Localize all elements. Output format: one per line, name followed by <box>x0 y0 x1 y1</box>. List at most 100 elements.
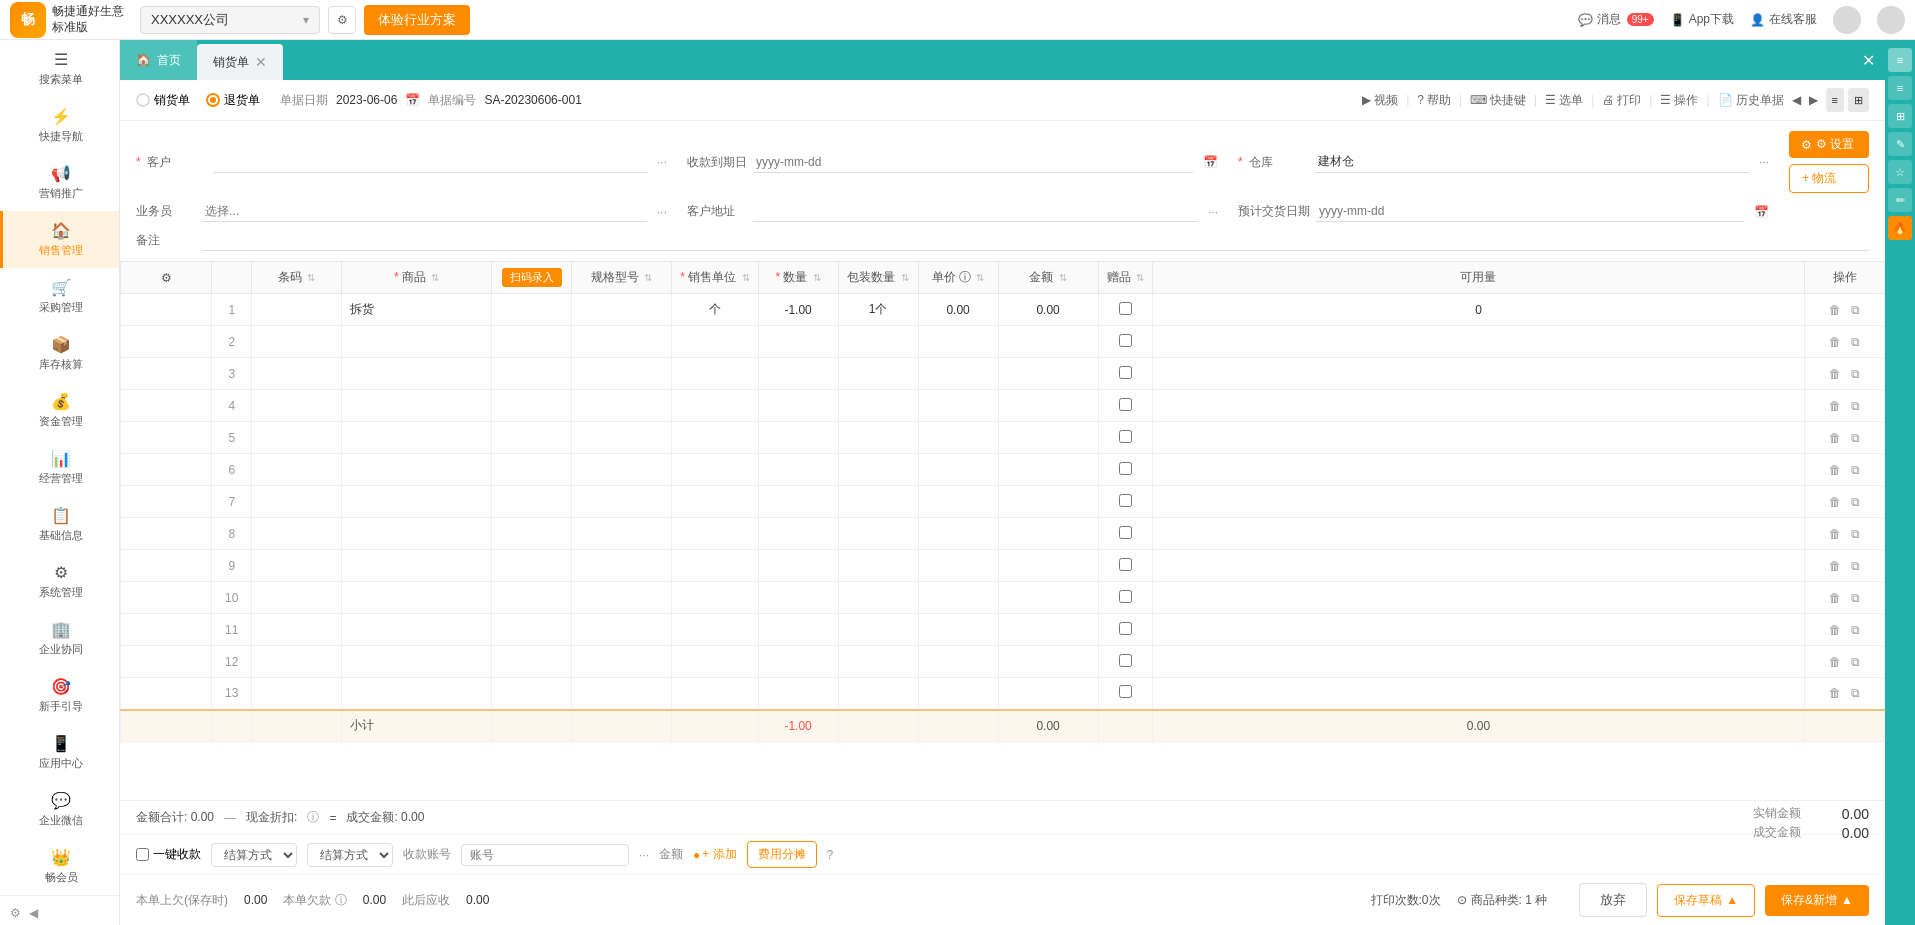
spec-input-10[interactable] <box>580 623 663 637</box>
barcode-input-3[interactable] <box>260 399 333 413</box>
tab-close-icon[interactable]: ✕ <box>255 54 267 70</box>
warehouse-dots-icon[interactable]: ··· <box>1759 155 1769 169</box>
next-record-icon[interactable]: ▶ <box>1809 93 1818 107</box>
table-settings-col[interactable]: ⚙ <box>121 262 212 294</box>
trial-button[interactable]: 体验行业方案 <box>364 5 470 35</box>
expense-split-button[interactable]: 费用分摊 <box>747 841 817 868</box>
copy-icon[interactable]: ⧉ <box>1851 335 1860 349</box>
help-link[interactable]: ? 帮助 <box>1417 92 1451 109</box>
settings-gear-icon[interactable]: ⚙ <box>328 6 356 34</box>
copy-icon[interactable]: ⧉ <box>1851 623 1860 637</box>
gift-checkbox-7[interactable] <box>1119 526 1132 539</box>
delete-icon[interactable]: 🗑 <box>1829 527 1841 541</box>
payment-method-select[interactable]: 结算方式 <box>211 843 297 867</box>
due-date-input[interactable] <box>753 152 1193 173</box>
rs-item-1[interactable]: ≡ <box>1888 48 1912 72</box>
address-dots-icon[interactable]: ··· <box>1208 205 1218 219</box>
sidebar-item-marketing[interactable]: 📢 营销推广 <box>0 154 119 211</box>
view-list-btn[interactable]: ≡ <box>1826 88 1844 112</box>
add-payment-button[interactable]: ● + 添加 <box>693 846 737 863</box>
save-new-button[interactable]: 保存&新增 ▲ <box>1765 885 1869 916</box>
shortcut-link[interactable]: ⌨ 快捷键 <box>1470 92 1526 109</box>
sidebar-item-capital[interactable]: 💰 资金管理 <box>0 382 119 439</box>
remark-input[interactable] <box>202 230 1869 251</box>
sidebar-item-operation[interactable]: 📊 经营管理 <box>0 439 119 496</box>
spec-input-2[interactable] <box>580 367 663 381</box>
spec-input-9[interactable] <box>580 591 663 605</box>
gift-checkbox-6[interactable] <box>1119 494 1132 507</box>
messages-button[interactable]: 💬 消息 99+ <box>1578 11 1654 28</box>
gift-checkbox-12[interactable] <box>1119 685 1132 698</box>
rs-item-6[interactable]: ✏ <box>1888 188 1912 212</box>
customer-dots-icon[interactable]: ··· <box>657 155 667 169</box>
sidebar-collapse-icon[interactable]: ◀ <box>29 906 38 920</box>
video-link[interactable]: ▶ 视频 <box>1362 92 1398 109</box>
rs-item-2[interactable]: ≡ <box>1888 76 1912 100</box>
barcode-input-9[interactable] <box>260 591 333 605</box>
spec-input-11[interactable] <box>580 655 663 669</box>
barcode-input-5[interactable] <box>260 463 333 477</box>
delete-icon[interactable]: 🗑 <box>1829 431 1841 445</box>
spec-input-1[interactable] <box>580 335 663 349</box>
salesperson-input[interactable] <box>202 201 647 222</box>
copy-icon[interactable]: ⧉ <box>1851 399 1860 413</box>
barcode-input-1[interactable] <box>260 335 333 349</box>
sidebar-item-guide[interactable]: 🎯 新手引导 <box>0 667 119 724</box>
tab-home[interactable]: 🏠 首页 <box>120 40 197 80</box>
tab-sales-order[interactable]: 销货单 ✕ <box>197 44 283 80</box>
delete-icon[interactable]: 🗑 <box>1829 655 1841 669</box>
history-link[interactable]: 📄 历史单据 <box>1718 92 1784 109</box>
account-input[interactable] <box>461 844 629 866</box>
sidebar-item-member[interactable]: 👑 畅会员 <box>0 838 119 895</box>
salesperson-dots-icon[interactable]: ··· <box>657 205 667 219</box>
sidebar-item-sales[interactable]: 🏠 销售管理 <box>0 211 119 268</box>
copy-icon[interactable]: ⧉ <box>1851 303 1860 317</box>
spec-input-12[interactable] <box>580 686 663 700</box>
date-calendar-icon[interactable]: 📅 <box>405 93 420 107</box>
spec-input-8[interactable] <box>580 559 663 573</box>
return-order-radio[interactable]: 退货单 <box>206 92 260 109</box>
copy-icon[interactable]: ⧉ <box>1851 431 1860 445</box>
copy-icon[interactable]: ⧉ <box>1851 559 1860 573</box>
spec-input-7[interactable] <box>580 527 663 541</box>
app-download-button[interactable]: 📱 App下载 <box>1670 11 1734 28</box>
scan-button[interactable]: 扫码录入 <box>502 268 562 287</box>
select-link[interactable]: ☰ 选单 <box>1545 92 1583 109</box>
spec-input-6[interactable] <box>580 495 663 509</box>
barcode-input-4[interactable] <box>260 431 333 445</box>
barcode-input-10[interactable] <box>260 623 333 637</box>
due-date-calendar-icon[interactable]: 📅 <box>1203 155 1218 169</box>
barcode-input-6[interactable] <box>260 495 333 509</box>
sidebar-item-search[interactable]: ☰ 搜索菜单 <box>0 40 119 97</box>
spec-input-3[interactable] <box>580 399 663 413</box>
sales-order-radio[interactable]: 销货单 <box>136 92 190 109</box>
delete-icon[interactable]: 🗑 <box>1829 335 1841 349</box>
delete-icon[interactable]: 🗑 <box>1829 686 1841 700</box>
spec-input-0[interactable] <box>580 303 663 317</box>
delete-icon[interactable]: 🗑 <box>1829 463 1841 477</box>
delete-icon[interactable]: 🗑 <box>1829 303 1841 317</box>
goods-type-label[interactable]: ⊙ 商品种类: 1 种 <box>1457 892 1548 909</box>
sidebar-item-basic[interactable]: 📋 基础信息 <box>0 496 119 553</box>
copy-icon[interactable]: ⧉ <box>1851 367 1860 381</box>
print-link[interactable]: 🖨 打印 <box>1602 92 1641 109</box>
avatar-2[interactable] <box>1877 6 1905 34</box>
sidebar-item-wechat[interactable]: 💬 企业微信 <box>0 781 119 838</box>
rs-item-4[interactable]: ✎ <box>1888 132 1912 156</box>
gift-checkbox-2[interactable] <box>1119 366 1132 379</box>
sidebar-item-system[interactable]: ⚙ 系统管理 <box>0 553 119 610</box>
gift-checkbox-4[interactable] <box>1119 430 1132 443</box>
expected-date-calendar-icon[interactable]: 📅 <box>1754 205 1769 219</box>
delete-icon[interactable]: 🗑 <box>1829 591 1841 605</box>
barcode-input-11[interactable] <box>260 655 333 669</box>
prev-record-icon[interactable]: ◀ <box>1792 93 1801 107</box>
customer-input[interactable] <box>213 152 647 173</box>
company-selector[interactable]: XXXXXX公司 ▾ <box>140 6 320 34</box>
delete-icon[interactable]: 🗑 <box>1829 559 1841 573</box>
spec-input-4[interactable] <box>580 431 663 445</box>
copy-icon[interactable]: ⧉ <box>1851 463 1860 477</box>
rs-item-3[interactable]: ⊞ <box>1888 104 1912 128</box>
gift-checkbox-10[interactable] <box>1119 622 1132 635</box>
online-service-button[interactable]: 👤 在线客服 <box>1750 11 1817 28</box>
barcode-input-8[interactable] <box>260 559 333 573</box>
